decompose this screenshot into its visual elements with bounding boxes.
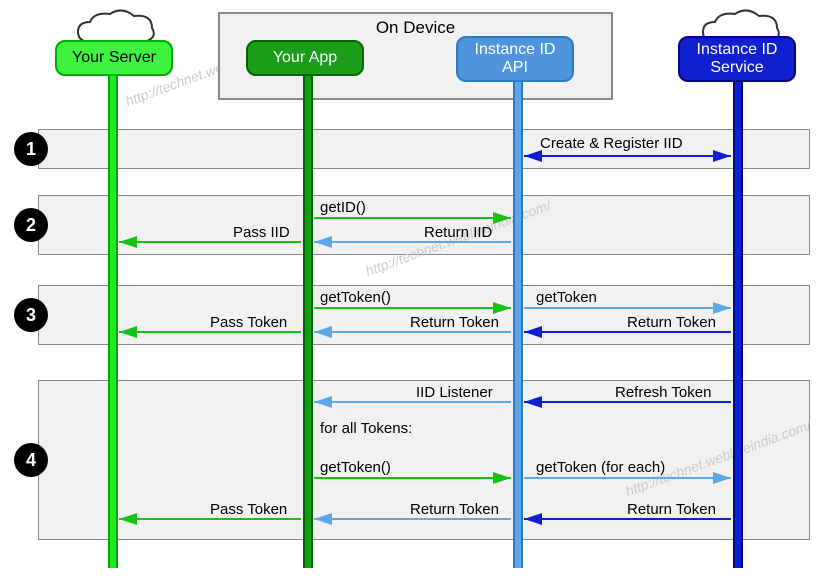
- msg-return-token-api-4: Return Token: [410, 501, 499, 518]
- lifeline-your-app: [303, 70, 313, 568]
- msg-gettoken-plain: getToken: [536, 289, 597, 306]
- lifeline-your-server: [108, 60, 118, 568]
- step-band-1: [38, 129, 810, 169]
- msg-getid: getID(): [320, 199, 366, 216]
- msg-pass-token: Pass Token: [210, 314, 287, 331]
- lifeline-iid-service: [733, 60, 743, 568]
- msg-pass-token-4: Pass Token: [210, 501, 287, 518]
- msg-pass-iid: Pass IID: [233, 224, 290, 241]
- msg-gettoken-each: getToken (for each): [536, 459, 665, 476]
- step-num-1: 1: [14, 132, 48, 166]
- actor-your-app: Your App: [246, 40, 364, 76]
- msg-return-token-api: Return Token: [410, 314, 499, 331]
- msg-return-iid: Return IID: [424, 224, 492, 241]
- msg-gettoken: getToken(): [320, 289, 391, 306]
- step-num-2: 2: [14, 208, 48, 242]
- msg-return-token-svc: Return Token: [627, 314, 716, 331]
- actor-iid-service: Instance ID Service: [678, 36, 796, 82]
- msg-for-all-tokens: for all Tokens:: [320, 420, 412, 437]
- actor-your-server: Your Server: [55, 40, 173, 76]
- msg-return-token-svc-4: Return Token: [627, 501, 716, 518]
- msg-iid-listener: IID Listener: [416, 384, 493, 401]
- step-num-4: 4: [14, 443, 48, 477]
- msg-refresh-token: Refresh Token: [615, 384, 711, 401]
- actor-iid-api: Instance ID API: [456, 36, 574, 82]
- step-num-3: 3: [14, 298, 48, 332]
- msg-gettoken-4: getToken(): [320, 459, 391, 476]
- msg-create-register: Create & Register IID: [540, 135, 683, 152]
- sequence-diagram: http://technet.weblineindia.com/ http://…: [0, 0, 820, 578]
- lifeline-iid-api: [513, 70, 523, 568]
- on-device-label: On Device: [220, 18, 611, 38]
